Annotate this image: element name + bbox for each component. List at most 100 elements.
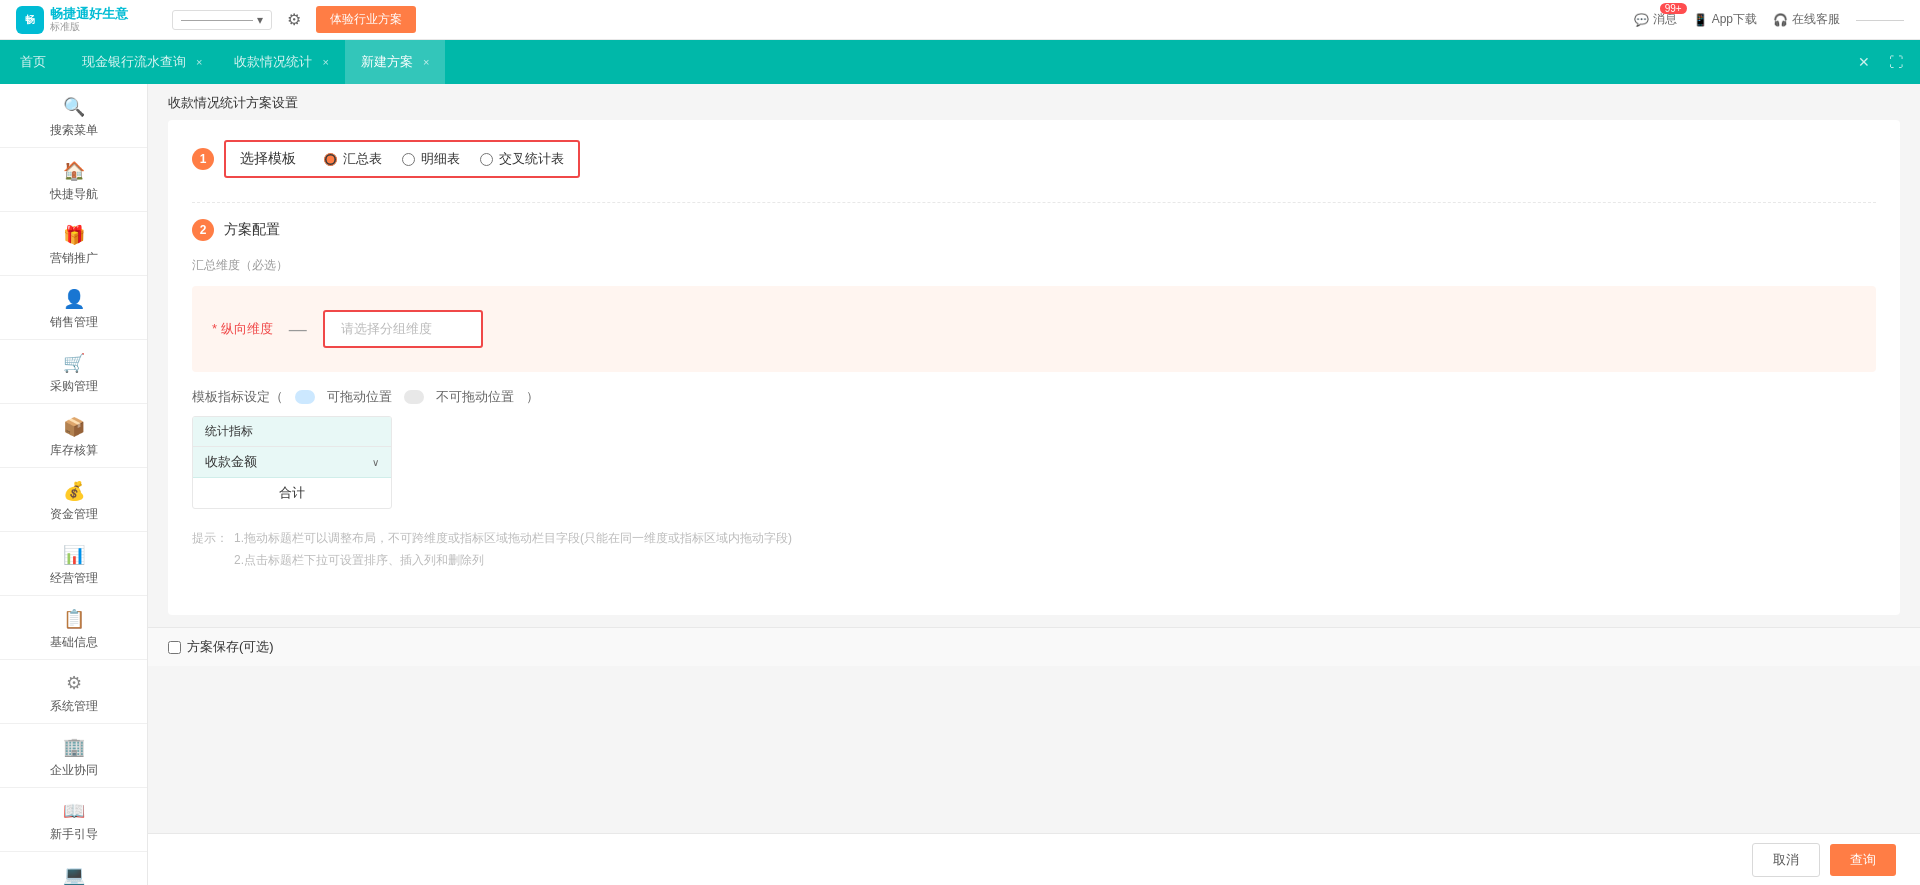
notification-item[interactable]: 💬 消息 99+ bbox=[1634, 11, 1677, 28]
sidebar-item-purchase[interactable]: 🛒 采购管理 bbox=[0, 340, 147, 404]
tip-text-2: 2.点击标题栏下拉可设置排序、插入列和删除列 bbox=[234, 550, 484, 572]
radio-summary-label: 汇总表 bbox=[343, 150, 382, 168]
tabs-bar: 首页 现金银行流水查询 × 收款情况统计 × 新建方案 × ✕ ⛶ bbox=[0, 40, 1920, 84]
radio-cross-input[interactable] bbox=[480, 153, 493, 166]
metric-table: 统计指标 收款金额 ∨ 合计 bbox=[192, 416, 392, 509]
tip-line-1: 提示： 1.拖动标题栏可以调整布局，不可跨维度或指标区域拖动栏目字段(只能在同一… bbox=[192, 528, 1876, 550]
tip-prefix-1: 提示： bbox=[192, 528, 228, 550]
tab-home[interactable]: 首页 bbox=[0, 40, 66, 84]
metric-section: 模板指标设定（ 可拖动位置 不可拖动位置 ） 统计指标 bbox=[192, 388, 1876, 512]
dimension-selector[interactable]: 请选择分组维度 bbox=[323, 310, 483, 348]
notification-count: 99+ bbox=[1660, 3, 1687, 14]
radio-summary-input[interactable] bbox=[324, 153, 337, 166]
sidebar-item-system[interactable]: ⚙ 系统管理 bbox=[0, 660, 147, 724]
radio-summary[interactable]: 汇总表 bbox=[324, 150, 382, 168]
logo-icon: 畅 bbox=[16, 6, 44, 34]
chart-icon: 📊 bbox=[63, 544, 85, 566]
template-selection-box: 选择模板 汇总表 明细表 bbox=[224, 140, 580, 178]
radio-cross[interactable]: 交叉统计表 bbox=[480, 150, 564, 168]
tab-new-plan[interactable]: 新建方案 × bbox=[345, 40, 445, 84]
section-divider-1 bbox=[192, 202, 1876, 203]
sidebar-item-base-info-label: 基础信息 bbox=[50, 634, 98, 651]
company-selector[interactable]: —————— ▾ bbox=[172, 10, 272, 30]
movable-indicator bbox=[295, 390, 315, 404]
tabs-bar-right: ✕ ⛶ bbox=[1852, 50, 1920, 74]
save-option-checkbox-label[interactable]: 方案保存(可选) bbox=[168, 638, 274, 656]
dimension-placeholder: 请选择分组维度 bbox=[341, 321, 432, 336]
form-card: 1 选择模板 汇总表 明细表 bbox=[168, 120, 1900, 615]
top-bar-left: 畅 畅捷通好生意 标准版 —————— ▾ ⚙ 体验行业方案 bbox=[16, 6, 416, 34]
step2-section: 2 方案配置 汇总维度（必选） * 纵向维度 — 请选择分组维度 bbox=[192, 219, 1876, 571]
radio-detail-input[interactable] bbox=[402, 153, 415, 166]
sidebar-item-enterprise[interactable]: 🏢 企业协同 bbox=[0, 724, 147, 788]
save-option-checkbox[interactable] bbox=[168, 641, 181, 654]
money-icon: 💰 bbox=[63, 480, 85, 502]
industry-btn[interactable]: 体验行业方案 bbox=[316, 6, 416, 33]
radio-cross-label: 交叉统计表 bbox=[499, 150, 564, 168]
metric-cell-label: 合计 bbox=[279, 485, 305, 500]
movable-label: 可拖动位置 bbox=[327, 388, 392, 406]
support-label: 在线客服 bbox=[1792, 11, 1840, 28]
sidebar-item-operations[interactable]: 📊 经营管理 bbox=[0, 532, 147, 596]
sidebar-item-system-label: 系统管理 bbox=[50, 698, 98, 715]
settings-button[interactable]: ⚙ bbox=[280, 6, 308, 34]
radio-detail[interactable]: 明细表 bbox=[402, 150, 460, 168]
fixed-indicator bbox=[404, 390, 424, 404]
sidebar-item-hardware[interactable]: 💻 智能硬件 bbox=[0, 852, 147, 885]
metric-table-row[interactable]: 收款金额 ∨ bbox=[193, 447, 391, 478]
gift-icon: 🎁 bbox=[63, 224, 85, 246]
page-title-bar: 收款情况统计方案设置 bbox=[148, 84, 1920, 120]
logo-symbol: 畅 bbox=[25, 13, 35, 27]
clipboard-icon: 📋 bbox=[63, 608, 85, 630]
metric-header: 模板指标设定（ 可拖动位置 不可拖动位置 ） bbox=[192, 388, 1876, 406]
tip-line-2: 提示： 2.点击标题栏下拉可设置排序、插入列和删除列 bbox=[192, 550, 1876, 572]
save-option-bar: 方案保存(可选) bbox=[148, 627, 1920, 666]
tab-collection-stats[interactable]: 收款情况统计 × bbox=[218, 40, 344, 84]
tab-collection-stats-close[interactable]: × bbox=[322, 56, 328, 68]
sidebar-item-quick-nav[interactable]: 🏠 快捷导航 bbox=[0, 148, 147, 212]
sidebar-item-inventory[interactable]: 📦 库存核算 bbox=[0, 404, 147, 468]
tab-cash-flow-close[interactable]: × bbox=[196, 56, 202, 68]
footer-bar: 取消 查询 bbox=[148, 833, 1920, 885]
window-maximize-button[interactable]: ⛶ bbox=[1884, 50, 1908, 74]
cancel-button[interactable]: 取消 bbox=[1752, 843, 1820, 877]
sidebar: 🔍 搜索菜单 🏠 快捷导航 🎁 营销推广 👤 销售管理 🛒 采购管理 📦 库存核… bbox=[0, 84, 148, 885]
sidebar-item-finance[interactable]: 💰 资金管理 bbox=[0, 468, 147, 532]
window-close-button[interactable]: ✕ bbox=[1852, 50, 1876, 74]
tab-new-plan-close[interactable]: × bbox=[423, 56, 429, 68]
sidebar-item-sales[interactable]: 👤 销售管理 bbox=[0, 276, 147, 340]
message-icon: 💬 bbox=[1634, 13, 1649, 27]
top-bar: 畅 畅捷通好生意 标准版 —————— ▾ ⚙ 体验行业方案 💬 消息 99+ … bbox=[0, 0, 1920, 40]
tab-cash-flow[interactable]: 现金银行流水查询 × bbox=[66, 40, 218, 84]
step1-header: 1 选择模板 汇总表 明细表 bbox=[192, 140, 1876, 178]
dimension-arrow: — bbox=[289, 319, 307, 340]
sidebar-item-marketing[interactable]: 🎁 营销推广 bbox=[0, 212, 147, 276]
sidebar-item-base-info[interactable]: 📋 基础信息 bbox=[0, 596, 147, 660]
company-name: —————— bbox=[181, 13, 253, 27]
page-content: 收款情况统计方案设置 1 选择模板 汇总表 bbox=[148, 84, 1920, 833]
top-bar-right: 💬 消息 99+ 📱 App下载 🎧 在线客服 ———— bbox=[1634, 11, 1904, 28]
book-icon: 📖 bbox=[63, 800, 85, 822]
support-item[interactable]: 🎧 在线客服 bbox=[1773, 11, 1840, 28]
user-item[interactable]: ———— bbox=[1856, 13, 1904, 27]
user-name: ———— bbox=[1856, 13, 1904, 27]
logo-text: 畅捷通好生意 bbox=[50, 6, 128, 22]
vertical-dimension-label: * 纵向维度 bbox=[212, 320, 273, 338]
metric-dropdown-icon[interactable]: ∨ bbox=[372, 457, 379, 468]
sidebar-item-sales-label: 销售管理 bbox=[50, 314, 98, 331]
building-icon: 🏢 bbox=[63, 736, 85, 758]
sidebar-item-guide[interactable]: 📖 新手引导 bbox=[0, 788, 147, 852]
download-item[interactable]: 📱 App下载 bbox=[1693, 11, 1757, 28]
sidebar-item-search[interactable]: 🔍 搜索菜单 bbox=[0, 84, 147, 148]
sidebar-item-search-label: 搜索菜单 bbox=[50, 122, 98, 139]
hardware-icon: 💻 bbox=[63, 864, 85, 885]
tab-collection-stats-label: 收款情况统计 bbox=[234, 53, 312, 71]
query-button[interactable]: 查询 bbox=[1830, 844, 1896, 876]
tip-text-1: 1.拖动标题栏可以调整布局，不可跨维度或指标区域拖动栏目字段(只能在同一维度或指… bbox=[234, 528, 792, 550]
step1-section: 1 选择模板 汇总表 明细表 bbox=[192, 140, 1876, 178]
close-paren: ） bbox=[526, 388, 539, 406]
tab-cash-flow-label: 现金银行流水查询 bbox=[82, 53, 186, 71]
save-option-label: 方案保存(可选) bbox=[187, 638, 274, 656]
sidebar-item-inventory-label: 库存核算 bbox=[50, 442, 98, 459]
sidebar-item-finance-label: 资金管理 bbox=[50, 506, 98, 523]
